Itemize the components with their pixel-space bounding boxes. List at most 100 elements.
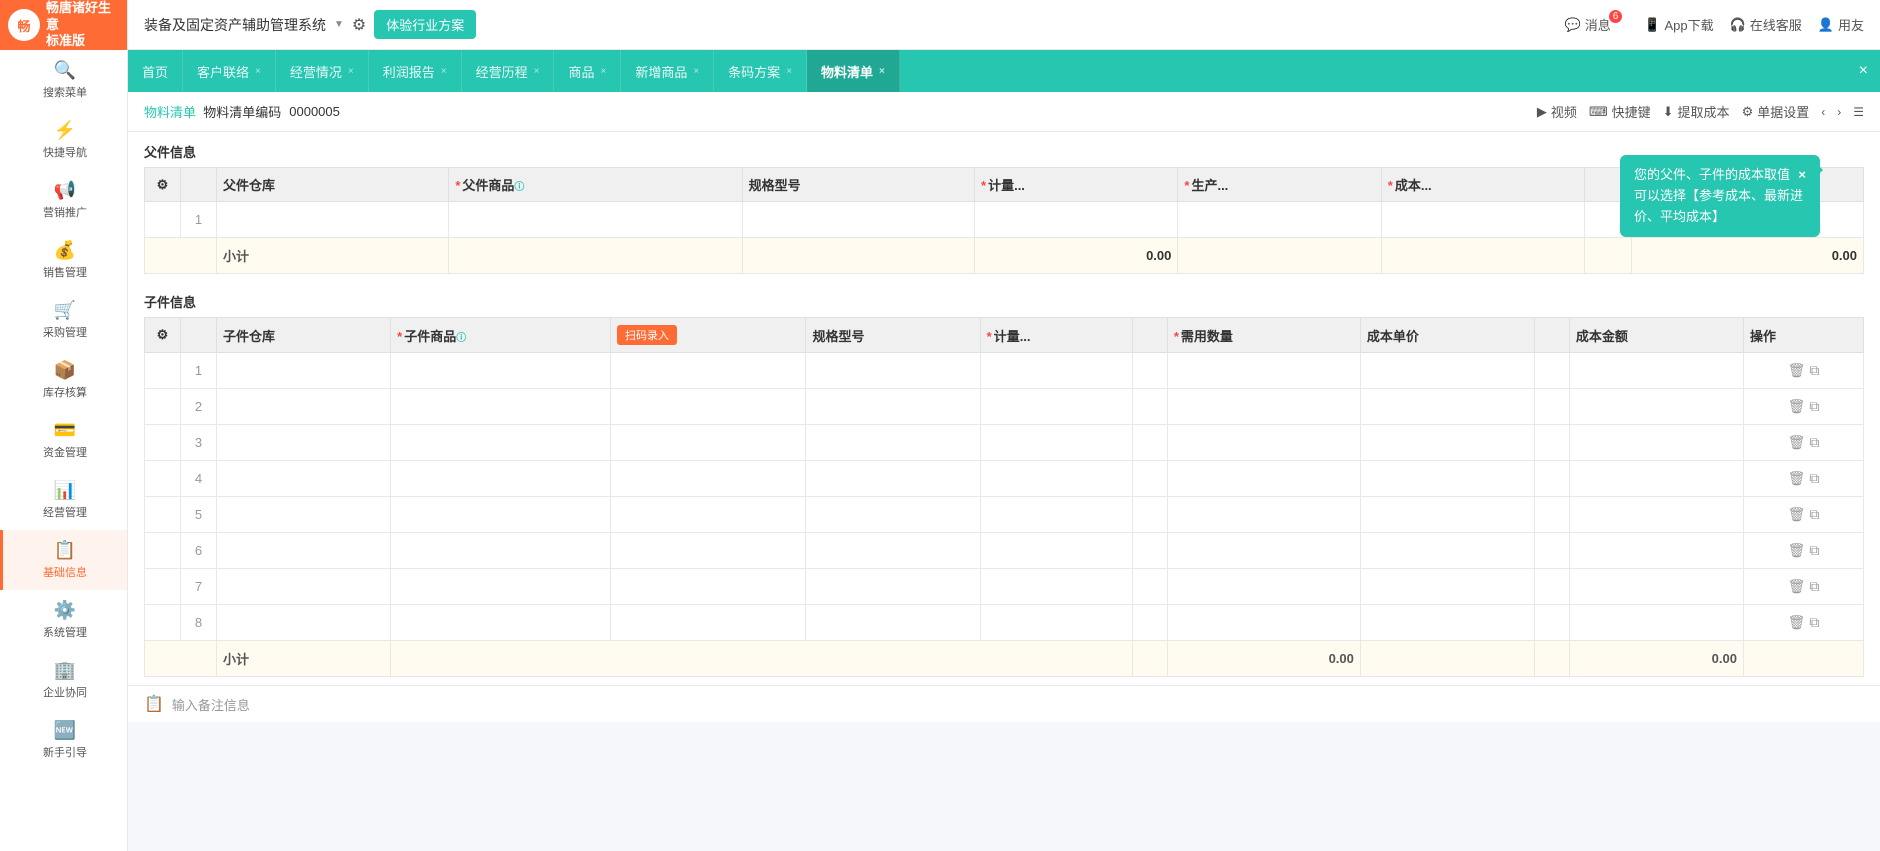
sidebar-item-purchase[interactable]: 🛒 采购管理 [0,290,127,350]
message-action[interactable]: 💬 消息 6 [1565,15,1629,34]
shortcut-button[interactable]: ⌨ 快捷键 [1589,102,1651,121]
sidebar-item-quicknav[interactable]: ⚡ 快捷导航 [0,110,127,170]
child-cell-product-0[interactable] [391,353,611,389]
parent-cell-unit[interactable] [975,202,1178,238]
nav-tab-7[interactable]: 条码方案× [714,50,807,92]
child-cell-qty-3[interactable] [1167,461,1360,497]
sidebar-item-basicinfo[interactable]: 📋 基础信息 [0,530,127,590]
child-cell-unitcost-4[interactable] [1360,497,1534,533]
nav-tab-5[interactable]: 商品× [554,50,621,92]
trial-button[interactable]: 体验行业方案 [374,10,476,39]
parent-cell-spec[interactable] [742,202,974,238]
child-cell-unitcost-5[interactable] [1360,533,1534,569]
footer-label[interactable]: 输入备注信息 [172,695,250,714]
child-cell-spec-6[interactable] [806,569,980,605]
delete-btn-7[interactable]: 🗑 [1788,614,1806,631]
nav-next-button[interactable]: › [1837,105,1841,119]
child-cell-warehouse-6[interactable] [217,569,391,605]
child-cell-spec-5[interactable] [806,533,980,569]
child-cell-product-6[interactable] [391,569,611,605]
delete-btn-1[interactable]: 🗑 [1788,398,1806,415]
child-cell-unit-5[interactable] [980,533,1132,569]
sidebar-item-system[interactable]: ⚙️ 系统管理 [0,590,127,650]
tab-close-1[interactable]: × [255,66,261,77]
child-cell-qty-4[interactable] [1167,497,1360,533]
nav-tab-4[interactable]: 经营历程× [462,50,555,92]
breadcrumb-parent[interactable]: 物料清单 [144,102,196,121]
parent-cell-warehouse[interactable] [217,202,449,238]
tab-close-3[interactable]: × [441,66,447,77]
child-cell-unit-6[interactable] [980,569,1132,605]
child-cell-unit-2[interactable] [980,425,1132,461]
nav-tab-8[interactable]: 物料清单× [807,50,900,92]
child-cell-warehouse-2[interactable] [217,425,391,461]
child-cell-warehouse-1[interactable] [217,389,391,425]
tab-close-5[interactable]: × [600,66,606,77]
nav-prev-button[interactable]: ‹ [1821,105,1825,119]
sidebar-item-operations[interactable]: 📊 经营管理 [0,470,127,530]
app-download-action[interactable]: 📱 App下载 [1644,15,1713,34]
child-cell-spec-3[interactable] [806,461,980,497]
child-cell-unitcost-1[interactable] [1360,389,1534,425]
nav-tab-2[interactable]: 经营情况× [276,50,369,92]
delete-btn-5[interactable]: 🗑 [1788,542,1806,559]
child-cell-unitcost-7[interactable] [1360,605,1534,641]
child-cell-warehouse-5[interactable] [217,533,391,569]
child-cell-qty-7[interactable] [1167,605,1360,641]
child-cell-product-2[interactable] [391,425,611,461]
child-cell-unit-3[interactable] [980,461,1132,497]
copy-btn-6[interactable]: ⧉ [1809,578,1819,595]
tooltip-close-icon[interactable]: × [1798,165,1806,186]
scan-button[interactable]: 扫码录入 [617,325,677,345]
child-cell-qty-1[interactable] [1167,389,1360,425]
list-view-button[interactable]: ☰ [1853,105,1864,119]
parent-cell-cost[interactable] [1381,202,1584,238]
delete-btn-6[interactable]: 🗑 [1788,578,1806,595]
child-cell-product-7[interactable] [391,605,611,641]
sidebar-item-guide[interactable]: 🆕 新手引导 [0,710,127,770]
child-cell-spec-2[interactable] [806,425,980,461]
tab-close-7[interactable]: × [786,66,792,77]
child-col-settings[interactable]: ⚙ [145,318,181,353]
sidebar-item-sales[interactable]: 💰 销售管理 [0,230,127,290]
copy-btn-7[interactable]: ⧉ [1809,614,1819,631]
nav-close-all[interactable]: × [1847,62,1880,80]
nav-tab-3[interactable]: 利润报告× [369,50,462,92]
extract-cost-button[interactable]: ⬇ 提取成本 [1663,102,1730,121]
child-cell-unit-0[interactable] [980,353,1132,389]
child-cell-unitcost-6[interactable] [1360,569,1534,605]
nav-tab-6[interactable]: 新增商品× [621,50,714,92]
child-cell-unit-1[interactable] [980,389,1132,425]
child-cell-spec-4[interactable] [806,497,980,533]
sidebar-item-search[interactable]: 🔍 搜索菜单 [0,50,127,110]
copy-btn-3[interactable]: ⧉ [1809,470,1819,487]
sidebar-item-inventory[interactable]: 📦 库存核算 [0,350,127,410]
sidebar-item-finance[interactable]: 💳 资金管理 [0,410,127,470]
child-cell-product-3[interactable] [391,461,611,497]
copy-btn-2[interactable]: ⧉ [1809,434,1819,451]
child-cell-warehouse-0[interactable] [217,353,391,389]
child-cell-warehouse-7[interactable] [217,605,391,641]
child-cell-qty-2[interactable] [1167,425,1360,461]
delete-btn-4[interactable]: 🗑 [1788,506,1806,523]
child-cell-spec-1[interactable] [806,389,980,425]
child-cell-unitcost-3[interactable] [1360,461,1534,497]
user-action[interactable]: 👤 用友 [1818,15,1864,34]
parent-col-settings[interactable]: ⚙ [145,168,181,202]
child-cell-spec-0[interactable] [806,353,980,389]
tab-close-8[interactable]: × [879,66,885,77]
parent-cell-production[interactable] [1178,202,1381,238]
child-cell-qty-0[interactable] [1167,353,1360,389]
copy-btn-4[interactable]: ⧉ [1809,506,1819,523]
tab-close-4[interactable]: × [534,66,540,77]
parent-cell-product[interactable] [449,202,742,238]
copy-btn-1[interactable]: ⧉ [1809,398,1819,415]
child-cell-unitcost-2[interactable] [1360,425,1534,461]
nav-tab-0[interactable]: 首页 [128,50,183,92]
tab-close-6[interactable]: × [693,66,699,77]
child-cell-spec-7[interactable] [806,605,980,641]
child-cell-qty-6[interactable] [1167,569,1360,605]
video-button[interactable]: ▶ 视频 [1537,102,1577,121]
child-cell-product-1[interactable] [391,389,611,425]
sidebar-item-marketing[interactable]: 📢 营销推广 [0,170,127,230]
